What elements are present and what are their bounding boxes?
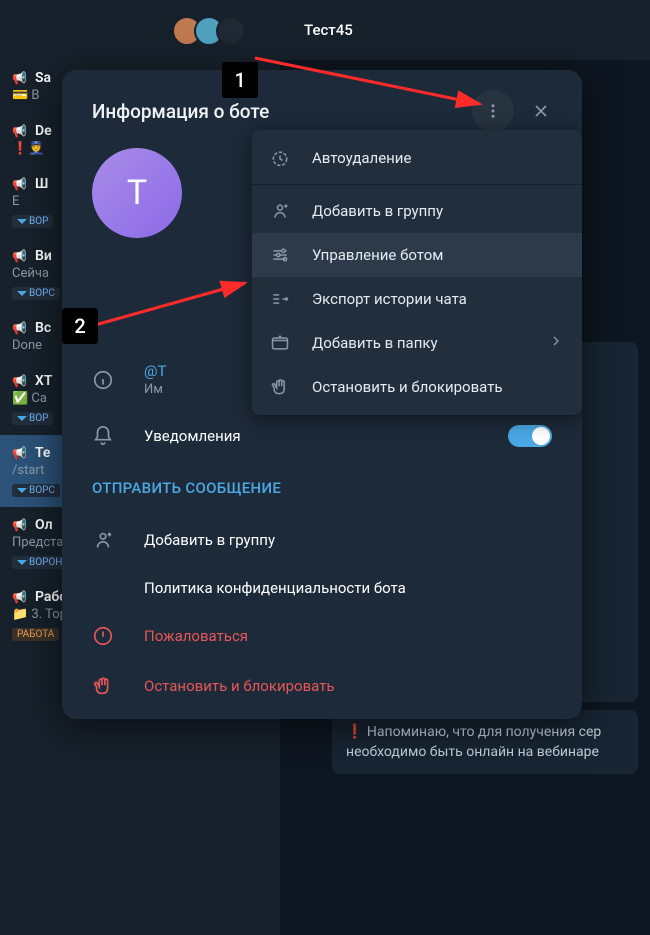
menu-auto-delete[interactable]: Автоудаление <box>252 136 582 180</box>
menu-manage-bot[interactable]: Управление ботом <box>252 233 582 277</box>
menu-label: Добавить в папку <box>312 334 438 352</box>
hand-icon <box>92 675 114 697</box>
timer-icon <box>270 148 292 168</box>
menu-label: Автоудаление <box>312 149 411 167</box>
username-text: @T <box>144 362 166 380</box>
report-row[interactable]: Пожаловаться <box>62 611 582 661</box>
add-to-group-row[interactable]: Добавить в группу <box>62 515 582 565</box>
close-button[interactable] <box>520 90 562 132</box>
message-text: необходимо быть онлайн на вебинаре <box>346 744 624 760</box>
dots-vertical-icon <box>484 102 502 120</box>
chat-title: Ол <box>35 517 53 533</box>
chat-preview: E <box>12 194 19 209</box>
work-tag: РАБОТА <box>12 628 59 641</box>
info-icon <box>92 369 114 391</box>
action-label: Остановить и блокировать <box>144 677 335 695</box>
chat-title: Te <box>35 445 51 461</box>
action-label: Пожаловаться <box>144 627 248 645</box>
chat-title: De <box>35 123 52 139</box>
alert-icon <box>92 625 114 647</box>
menu-label: Добавить в группу <box>312 202 443 220</box>
menu-label: Остановить и блокировать <box>312 378 503 396</box>
annotation-label-2: 2 <box>62 308 98 344</box>
notifications-row[interactable]: Уведомления <box>62 411 582 461</box>
menu-add-to-folder[interactable]: Добавить в папку <box>252 321 582 365</box>
menu-stop-block[interactable]: Остановить и блокировать <box>252 365 582 409</box>
bot-avatar[interactable]: T <box>92 148 182 238</box>
sliders-icon <box>270 245 292 265</box>
chat-preview: В <box>31 88 39 103</box>
export-icon <box>270 289 292 309</box>
menu-label: Управление ботом <box>312 246 443 264</box>
username-sublabel: Им <box>144 382 166 397</box>
member-avatars <box>180 16 246 46</box>
privacy-policy-row[interactable]: Политика конфиденциальности бота <box>62 565 582 611</box>
folder-tag: ВОРС <box>29 485 55 496</box>
annotation-label-1: 1 <box>222 62 258 98</box>
send-message-button[interactable]: ОТПРАВИТЬ СООБЩЕНИЕ <box>62 461 582 515</box>
notifications-toggle[interactable] <box>508 425 552 447</box>
bell-icon <box>92 425 114 447</box>
chat-title: XT <box>35 373 52 389</box>
chat-header-title: Тест45 <box>304 21 353 39</box>
folder-add-icon <box>270 333 292 353</box>
stop-block-row[interactable]: Остановить и блокировать <box>62 661 582 711</box>
chat-title: Bc <box>35 320 51 336</box>
add-user-icon <box>270 201 292 221</box>
action-label: Добавить в группу <box>144 531 275 549</box>
avatar-letter: T <box>127 173 147 213</box>
chat-title: Ш <box>35 176 48 192</box>
menu-add-to-group[interactable]: Добавить в группу <box>252 189 582 233</box>
chat-header[interactable]: Тест45 <box>280 0 650 60</box>
action-label: Политика конфиденциальности бота <box>144 579 406 597</box>
menu-export-history[interactable]: Экспорт истории чата <box>252 277 582 321</box>
chat-title: Sa <box>35 70 51 86</box>
panel-title: Информация о боте <box>92 100 466 123</box>
chat-title: Ви <box>35 248 52 264</box>
notifications-label: Уведомления <box>144 427 241 445</box>
folder-tag: ВОРС <box>29 288 55 299</box>
folder-tag: ВОР <box>29 413 48 424</box>
more-button[interactable] <box>472 90 514 132</box>
bot-info-panel: Информация о боте T Автоудаление Добавит… <box>62 70 582 719</box>
close-icon <box>531 101 551 121</box>
hand-icon <box>270 377 292 397</box>
folder-tag: ВОР <box>29 216 48 227</box>
dropdown-menu: Автоудаление Добавить в группу Управлени… <box>252 130 582 415</box>
chevron-right-icon <box>548 333 564 353</box>
add-user-icon <box>92 529 114 551</box>
menu-label: Экспорт истории чата <box>312 290 467 308</box>
message-text: ❗ Напоминаю, что для получения сер <box>346 724 624 740</box>
